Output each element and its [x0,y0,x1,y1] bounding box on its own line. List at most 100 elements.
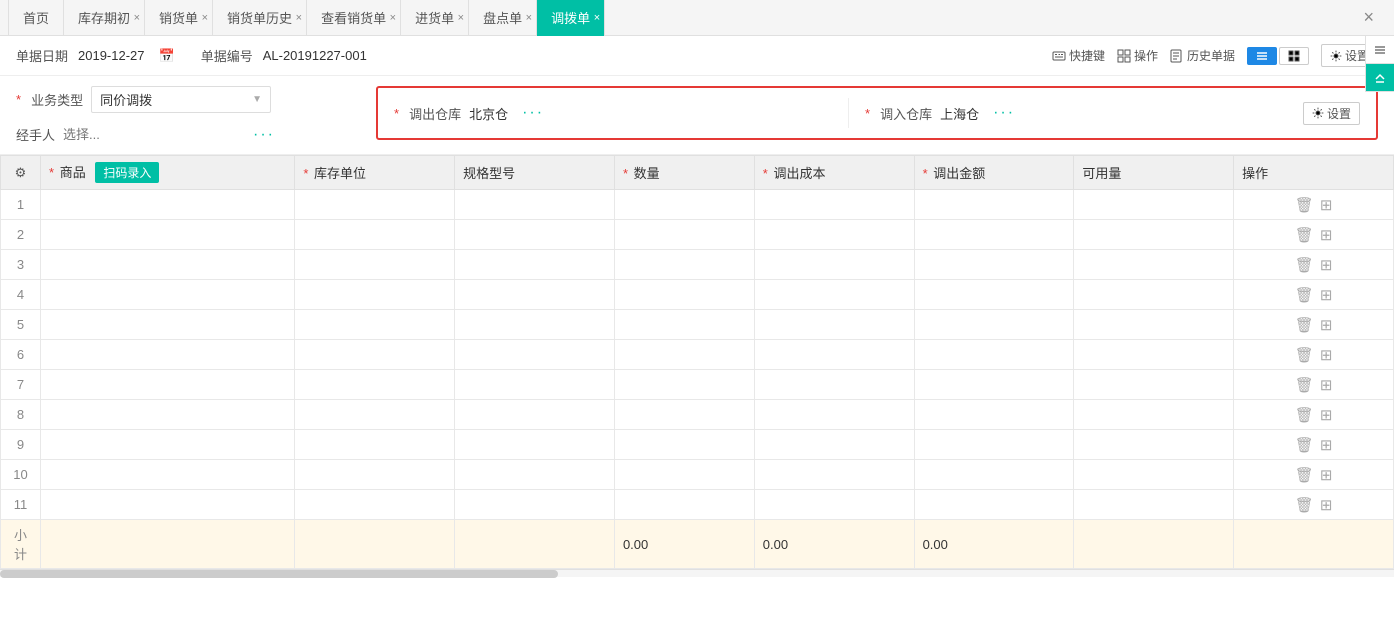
shortcuts-button[interactable]: 快捷键 [1052,47,1105,64]
row-qty[interactable] [614,310,754,340]
row-product[interactable] [41,220,295,250]
row-spec[interactable] [455,310,615,340]
tab-stocktake-close[interactable]: × [526,12,532,24]
row-qty[interactable] [614,280,754,310]
row-qty[interactable] [614,340,754,370]
row-product[interactable] [41,190,295,220]
row-unit[interactable] [295,190,455,220]
row-unit[interactable] [295,370,455,400]
row-unit[interactable] [295,430,455,460]
tab-sales-order-close[interactable]: × [202,12,208,24]
row-product[interactable] [41,490,295,520]
row-spec[interactable] [455,280,615,310]
row-unit[interactable] [295,280,455,310]
operations-button[interactable]: 操作 [1117,47,1158,64]
row-amount[interactable] [914,310,1074,340]
row-cost[interactable] [754,250,914,280]
tab-inventory-init[interactable]: 库存期初 × [64,0,145,36]
tab-transfer-close[interactable]: × [594,12,600,24]
tab-view-sales-close[interactable]: × [390,12,396,24]
row-unit[interactable] [295,340,455,370]
copy-icon[interactable]: ⊞ [1320,376,1333,394]
tab-sales-history-close[interactable]: × [296,12,302,24]
row-amount[interactable] [914,370,1074,400]
row-amount[interactable] [914,340,1074,370]
delete-icon[interactable]: 🗑 [1295,376,1314,394]
copy-icon[interactable]: ⊞ [1320,316,1333,334]
copy-icon[interactable]: ⊞ [1320,346,1333,364]
row-spec[interactable] [455,400,615,430]
row-spec[interactable] [455,340,615,370]
row-unit[interactable] [295,310,455,340]
business-type-select[interactable]: 同价调拨 ▼ [91,86,271,113]
row-amount[interactable] [914,430,1074,460]
delete-icon[interactable]: 🗑 [1295,346,1314,364]
person-input[interactable] [63,127,239,142]
row-amount[interactable] [914,190,1074,220]
delete-icon[interactable]: 🗑 [1295,286,1314,304]
row-spec[interactable] [455,190,615,220]
delete-icon[interactable]: 🗑 [1295,196,1314,214]
row-unit[interactable] [295,220,455,250]
row-amount[interactable] [914,280,1074,310]
row-product[interactable] [41,280,295,310]
copy-icon[interactable]: ⊞ [1320,226,1333,244]
row-cost[interactable] [754,340,914,370]
table-settings-icon[interactable]: ⚙ [15,165,27,180]
delete-icon[interactable]: 🗑 [1295,256,1314,274]
row-product[interactable] [41,340,295,370]
tab-stocktake[interactable]: 盘点单 × [469,0,537,36]
warehouse-settings-button[interactable]: 设置 [1303,102,1360,125]
delete-icon[interactable]: 🗑 [1295,436,1314,454]
horizontal-scrollbar[interactable] [0,569,1394,577]
tab-view-sales[interactable]: 查看销货单 × [307,0,401,36]
row-amount[interactable] [914,400,1074,430]
row-unit[interactable] [295,250,455,280]
row-amount[interactable] [914,220,1074,250]
calendar-icon[interactable]: 📅 [159,48,175,64]
copy-icon[interactable]: ⊞ [1320,286,1333,304]
row-qty[interactable] [614,490,754,520]
list-view-button[interactable] [1247,47,1277,65]
row-cost[interactable] [754,430,914,460]
copy-icon[interactable]: ⊞ [1320,406,1333,424]
row-cost[interactable] [754,490,914,520]
row-spec[interactable] [455,250,615,280]
row-cost[interactable] [754,370,914,400]
row-product[interactable] [41,400,295,430]
row-spec[interactable] [455,430,615,460]
row-unit[interactable] [295,460,455,490]
row-cost[interactable] [754,400,914,430]
row-product[interactable] [41,460,295,490]
scroll-thumb[interactable] [0,570,558,578]
tab-transfer[interactable]: 调拨单 × [537,0,605,36]
copy-icon[interactable]: ⊞ [1320,436,1333,454]
person-more-button[interactable]: ··· [253,126,275,144]
tab-inventory-init-close[interactable]: × [134,12,140,24]
row-cost[interactable] [754,460,914,490]
row-amount[interactable] [914,460,1074,490]
row-qty[interactable] [614,430,754,460]
copy-icon[interactable]: ⊞ [1320,256,1333,274]
window-close-button[interactable]: × [1351,7,1386,28]
tab-purchase-close[interactable]: × [458,12,464,24]
row-product[interactable] [41,250,295,280]
row-spec[interactable] [455,370,615,400]
delete-icon[interactable]: 🗑 [1295,496,1314,514]
delete-icon[interactable]: 🗑 [1295,406,1314,424]
row-cost[interactable] [754,280,914,310]
delete-icon[interactable]: 🗑 [1295,226,1314,244]
row-product[interactable] [41,430,295,460]
delete-icon[interactable]: 🗑 [1295,466,1314,484]
row-qty[interactable] [614,460,754,490]
delete-icon[interactable]: 🗑 [1295,316,1314,334]
history-button[interactable]: 历史单据 [1170,47,1235,64]
row-qty[interactable] [614,400,754,430]
side-panel-expand-button[interactable] [1366,64,1394,92]
row-spec[interactable] [455,490,615,520]
row-qty[interactable] [614,250,754,280]
row-qty[interactable] [614,370,754,400]
row-product[interactable] [41,310,295,340]
row-cost[interactable] [754,310,914,340]
in-warehouse-more-button[interactable]: ··· [993,104,1015,122]
